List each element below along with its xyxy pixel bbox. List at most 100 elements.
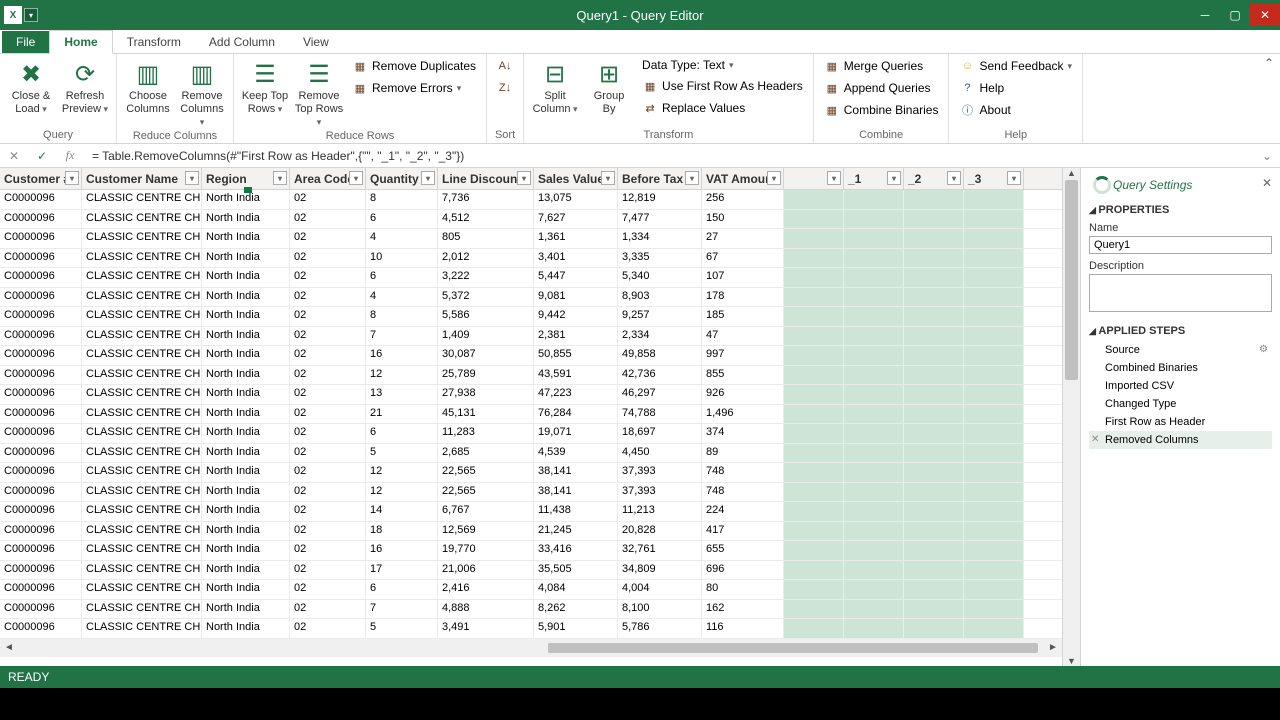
cell[interactable]: 12 (366, 463, 438, 482)
properties-header[interactable]: PROPERTIES (1089, 204, 1272, 216)
cell[interactable]: CLASSIC CENTRE CHD (82, 561, 202, 580)
cell[interactable] (904, 424, 964, 443)
cell[interactable] (784, 463, 844, 482)
cell[interactable]: 50,855 (534, 346, 618, 365)
cell[interactable] (784, 327, 844, 346)
table-row[interactable]: C0000096CLASSIC CENTRE CHDNorth India026… (0, 268, 1062, 288)
cell[interactable]: 855 (702, 366, 784, 385)
table-row[interactable]: C0000096CLASSIC CENTRE CHDNorth India026… (0, 424, 1062, 444)
close-load-button[interactable]: ✖ Close &Load (6, 56, 56, 116)
cell[interactable] (844, 249, 904, 268)
cell[interactable] (784, 522, 844, 541)
cell[interactable] (904, 444, 964, 463)
cell[interactable]: 33,416 (534, 541, 618, 560)
column-header-6[interactable]: Sales Value▾ (534, 168, 618, 189)
cell[interactable]: C0000096 (0, 210, 82, 229)
cell[interactable] (784, 190, 844, 209)
cell[interactable]: 43,591 (534, 366, 618, 385)
cell[interactable]: 3,491 (438, 619, 534, 638)
maximize-button[interactable]: ▢ (1220, 4, 1250, 26)
cell[interactable]: C0000096 (0, 307, 82, 326)
cell[interactable]: North India (202, 463, 290, 482)
cell[interactable]: 696 (702, 561, 784, 580)
cell[interactable] (964, 346, 1024, 365)
cell[interactable] (844, 190, 904, 209)
cell[interactable] (844, 327, 904, 346)
cell[interactable]: C0000096 (0, 385, 82, 404)
cell[interactable]: 02 (290, 463, 366, 482)
column-header-11[interactable]: _2▾ (904, 168, 964, 189)
table-row[interactable]: C0000096CLASSIC CENTRE CHDNorth India022… (0, 405, 1062, 425)
merge-queries-button[interactable]: ▦Merge Queries (820, 56, 943, 76)
cell[interactable]: 02 (290, 190, 366, 209)
cell[interactable] (964, 288, 1024, 307)
replace-values-button[interactable]: ⇄Replace Values (638, 98, 807, 118)
vertical-scrollbar[interactable]: ▲ ▼ (1062, 168, 1080, 666)
table-row[interactable]: C0000096CLASSIC CENTRE CHDNorth India021… (0, 561, 1062, 581)
cell[interactable]: 02 (290, 229, 366, 248)
column-header-8[interactable]: VAT Amount▾ (702, 168, 784, 189)
cell[interactable]: 2,416 (438, 580, 534, 599)
cell[interactable]: C0000096 (0, 229, 82, 248)
cell[interactable] (784, 210, 844, 229)
cell[interactable] (904, 210, 964, 229)
table-row[interactable]: C0000096CLASSIC CENTRE CHDNorth India026… (0, 210, 1062, 230)
remove-duplicates-button[interactable]: ▦Remove Duplicates (348, 56, 480, 76)
cell[interactable]: North India (202, 210, 290, 229)
cell[interactable]: C0000096 (0, 327, 82, 346)
cell[interactable]: 89 (702, 444, 784, 463)
cell[interactable]: 9,257 (618, 307, 702, 326)
cell[interactable]: 02 (290, 366, 366, 385)
split-column-button[interactable]: ⊟ SplitColumn (530, 56, 580, 116)
cell[interactable]: 7,627 (534, 210, 618, 229)
cell[interactable]: 35,505 (534, 561, 618, 580)
cell[interactable] (904, 463, 964, 482)
cell[interactable]: North India (202, 229, 290, 248)
cell[interactable]: 02 (290, 327, 366, 346)
close-button[interactable]: ✕ (1250, 4, 1280, 26)
cell[interactable] (784, 307, 844, 326)
cell[interactable]: 02 (290, 580, 366, 599)
cell[interactable] (904, 483, 964, 502)
cell[interactable]: North India (202, 580, 290, 599)
cell[interactable] (784, 229, 844, 248)
cell[interactable] (964, 327, 1024, 346)
collapse-ribbon-icon[interactable]: ⌃ (1264, 56, 1274, 70)
cell[interactable]: 02 (290, 424, 366, 443)
cell[interactable]: 7,477 (618, 210, 702, 229)
cell[interactable]: CLASSIC CENTRE CHD (82, 346, 202, 365)
scroll-down-icon[interactable]: ▼ (1063, 656, 1080, 666)
cell[interactable] (904, 502, 964, 521)
cell[interactable]: C0000096 (0, 541, 82, 560)
cell[interactable]: 5,447 (534, 268, 618, 287)
scroll-left-icon[interactable]: ◄ (0, 642, 18, 653)
cell[interactable]: CLASSIC CENTRE CHD (82, 600, 202, 619)
cell[interactable]: North India (202, 522, 290, 541)
cell[interactable]: North India (202, 346, 290, 365)
cell[interactable]: 12 (366, 483, 438, 502)
cell[interactable] (904, 307, 964, 326)
cell[interactable]: 4,084 (534, 580, 618, 599)
cell[interactable]: 12,819 (618, 190, 702, 209)
cell[interactable]: 417 (702, 522, 784, 541)
cell[interactable]: North India (202, 561, 290, 580)
cell[interactable]: 02 (290, 483, 366, 502)
cell[interactable] (904, 190, 964, 209)
cell[interactable]: CLASSIC CENTRE CHD (82, 366, 202, 385)
cell[interactable]: C0000096 (0, 288, 82, 307)
cell[interactable] (844, 346, 904, 365)
cell[interactable]: 5 (366, 619, 438, 638)
cell[interactable]: 18,697 (618, 424, 702, 443)
cell[interactable]: 1,409 (438, 327, 534, 346)
cell[interactable]: 32,761 (618, 541, 702, 560)
cell[interactable]: CLASSIC CENTRE CHD (82, 424, 202, 443)
cell[interactable] (964, 424, 1024, 443)
column-header-0[interactable]: Customer #▾ (0, 168, 82, 189)
cell[interactable]: 5 (366, 444, 438, 463)
cell[interactable] (964, 463, 1024, 482)
cell[interactable] (844, 561, 904, 580)
cell[interactable]: CLASSIC CENTRE CHD (82, 463, 202, 482)
cell[interactable]: 116 (702, 619, 784, 638)
remove-errors-button[interactable]: ▦Remove Errors ▾ (348, 78, 480, 98)
cell[interactable] (964, 366, 1024, 385)
